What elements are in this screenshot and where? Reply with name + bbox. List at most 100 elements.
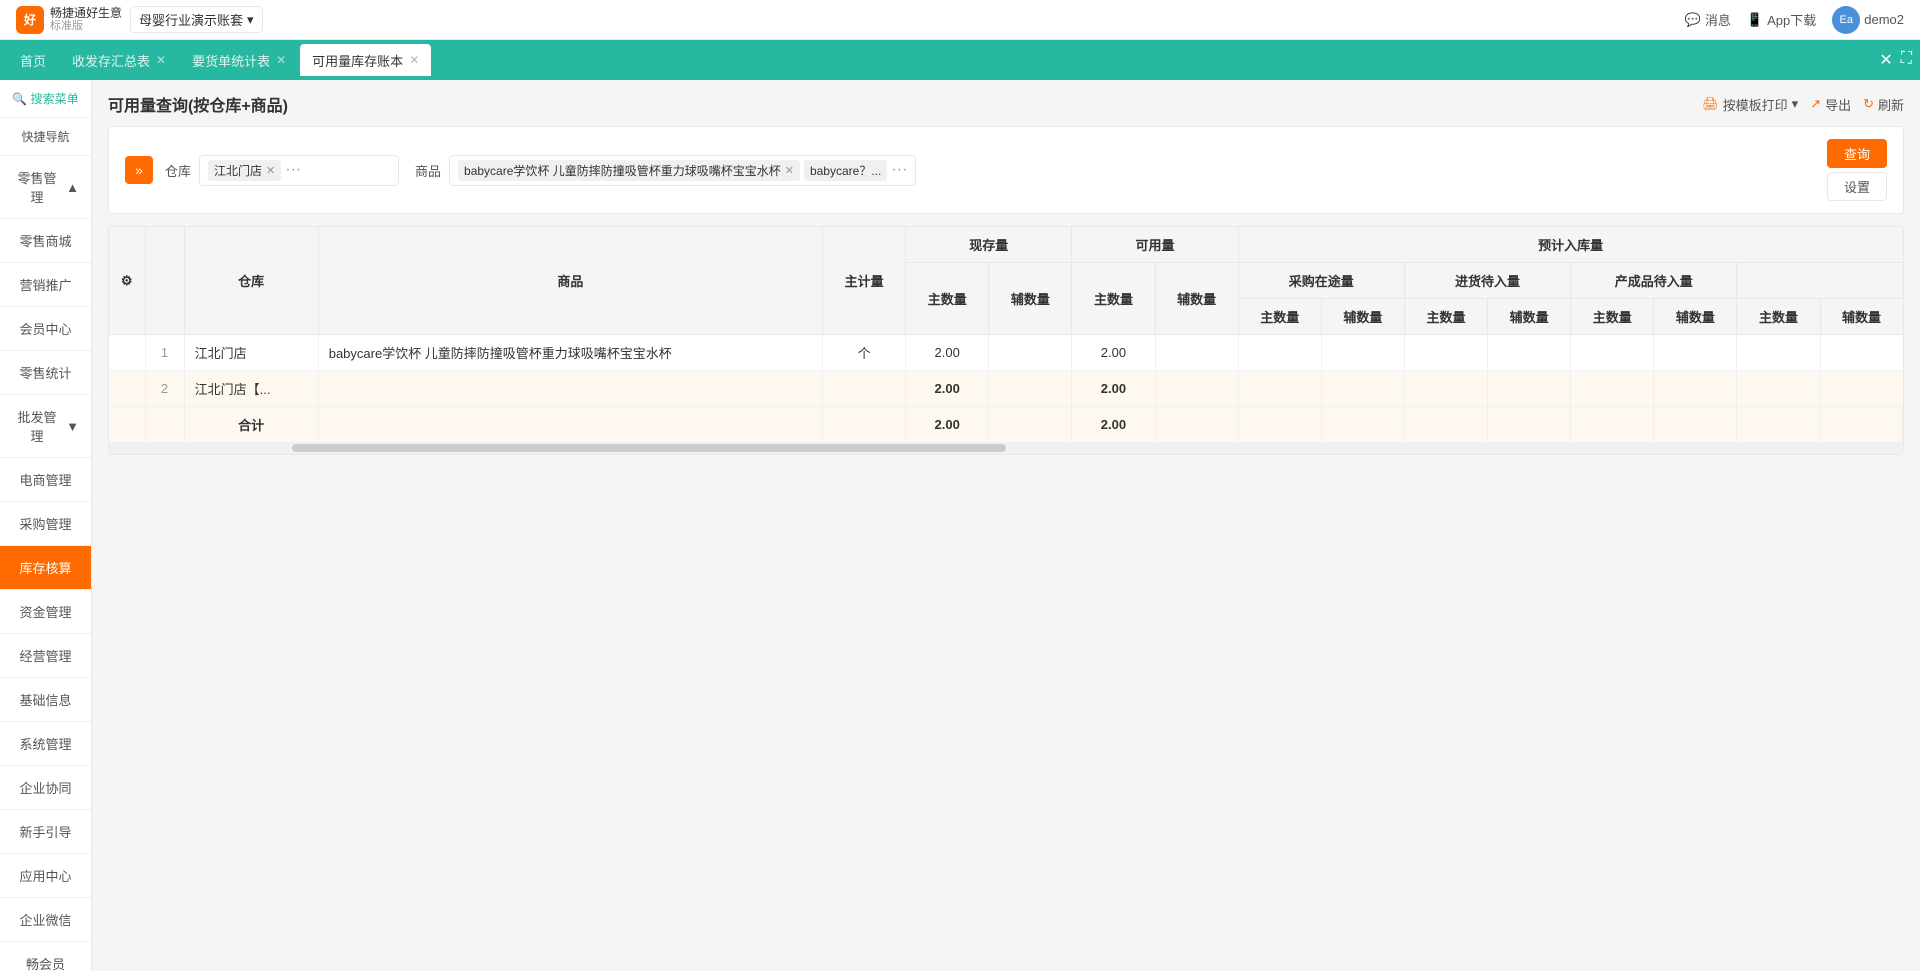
- tab-home[interactable]: 首页: [8, 44, 58, 76]
- sidebar-quick-nav[interactable]: 快捷导航: [0, 118, 91, 156]
- th-extra-group: [1737, 263, 1903, 299]
- scrollbar-thumb[interactable]: [292, 444, 1006, 452]
- cell-stock-main-1: 2.00: [906, 335, 989, 371]
- print-icon: 🖨: [1702, 96, 1719, 112]
- th-purchase-sub: 辅数量: [1321, 299, 1404, 335]
- warehouse-more[interactable]: ···: [285, 161, 301, 179]
- expand-button[interactable]: ⛶: [1901, 50, 1912, 70]
- sidebar-item-retail-stats[interactable]: 零售统计: [0, 351, 91, 395]
- stock-table: ⚙ 仓库 商品 主计量 现存量 可用量 预计入库量: [109, 227, 1903, 442]
- sidebar-item-finance[interactable]: 资金管理: [0, 590, 91, 634]
- remove-warehouse-tag[interactable]: ✕: [266, 164, 275, 177]
- tab-available-stock[interactable]: 可用量库存账本 ✕: [300, 44, 431, 76]
- sidebar-item-app-center[interactable]: 应用中心: [0, 854, 91, 898]
- th-product: 商品: [318, 227, 822, 335]
- settings-button[interactable]: 设置: [1827, 172, 1887, 201]
- cell-production-sub-1: [1654, 335, 1737, 371]
- th-production-sub: 辅数量: [1654, 299, 1737, 335]
- industry-selector[interactable]: 母婴行业演示账套 ▾: [130, 6, 263, 33]
- cell-available-sub-1: [1155, 335, 1238, 371]
- th-settings[interactable]: ⚙: [109, 227, 145, 335]
- sidebar-item-inventory[interactable]: 库存核算: [0, 546, 91, 590]
- th-incoming-main: 主数量: [1404, 299, 1487, 335]
- data-table: ⚙ 仓库 商品 主计量 现存量 可用量 预计入库量: [108, 226, 1904, 455]
- product-tag-2: babycare？...: [804, 160, 887, 181]
- footer-production-main: [1571, 407, 1654, 443]
- filter-toggle-button[interactable]: »: [125, 156, 153, 184]
- cell-incoming-main-2: [1404, 371, 1487, 407]
- product-more[interactable]: ···: [891, 161, 907, 179]
- product-input[interactable]: babycare学饮杯 儿童防摔防撞吸管杯重力球吸嘴杯宝宝水杯 ✕ babyca…: [449, 155, 916, 186]
- table-footer-row: 合计 2.00 2.00: [109, 407, 1903, 443]
- refresh-button[interactable]: ↻ 刷新: [1863, 95, 1904, 114]
- cell-available-main-1: 2.00: [1072, 335, 1155, 371]
- close-tab-income-summary[interactable]: ✕: [156, 53, 166, 67]
- th-production-group: 产成品待入量: [1571, 263, 1737, 299]
- close-tab-order-stats[interactable]: ✕: [276, 53, 286, 67]
- message-button[interactable]: 💬 消息: [1685, 10, 1731, 29]
- filter-row: 仓库 江北门店 ✕ ··· 商品 bab: [165, 155, 1815, 186]
- cell-incoming-sub-2: [1488, 371, 1571, 407]
- sidebar-item-retail-mgmt[interactable]: 零售管理 ▲: [0, 156, 91, 219]
- sidebar: 🔍 搜索菜单 快捷导航 零售管理 ▲ 零售商城 营销推广 会员中心 零售统计 批…: [0, 80, 92, 971]
- filter-actions: 查询 设置: [1827, 139, 1887, 201]
- sidebar-item-business-mgmt[interactable]: 经营管理: [0, 634, 91, 678]
- cell-warehouse-1: 江北门店: [184, 335, 318, 371]
- footer-label: 合计: [184, 407, 318, 443]
- cell-extra-main-2: [1737, 371, 1820, 407]
- query-button[interactable]: 查询: [1827, 139, 1887, 168]
- cell-available-main-2: 2.00: [1072, 371, 1155, 407]
- sidebar-item-system-mgmt[interactable]: 系统管理: [0, 722, 91, 766]
- footer-incoming-sub: [1488, 407, 1571, 443]
- footer-cell-1: [145, 407, 184, 443]
- message-icon: 💬: [1685, 12, 1701, 28]
- sidebar-item-enterprise[interactable]: 企业协同: [0, 766, 91, 810]
- close-all-tabs-button[interactable]: ✕: [1879, 50, 1892, 70]
- sidebar-item-retail-mall[interactable]: 零售商城: [0, 219, 91, 263]
- tab-income-summary[interactable]: 收发存汇总表 ✕: [60, 44, 178, 76]
- cell-index-1: 1: [145, 335, 184, 371]
- tab-order-stats[interactable]: 要货单统计表 ✕: [180, 44, 298, 76]
- sidebar-item-member[interactable]: 畅会员: [0, 942, 91, 971]
- app-download-button[interactable]: 📱 App下载: [1747, 10, 1816, 29]
- footer-incoming-main: [1404, 407, 1487, 443]
- sidebar-item-new-guide[interactable]: 新手引导: [0, 810, 91, 854]
- sidebar-search[interactable]: 🔍 搜索菜单: [0, 80, 91, 118]
- logo-icon: 好: [16, 6, 44, 34]
- sidebar-item-marketing[interactable]: 营销推广: [0, 263, 91, 307]
- th-purchase-group: 采购在途量: [1238, 263, 1404, 299]
- sidebar-item-wholesale-mgmt[interactable]: 批发管理 ▼: [0, 395, 91, 458]
- th-stock-group: 现存量: [906, 227, 1072, 263]
- cell-extra-main-1: [1737, 335, 1820, 371]
- remove-product-tag-1[interactable]: ✕: [785, 164, 794, 177]
- sidebar-item-ecommerce[interactable]: 电商管理: [0, 458, 91, 502]
- cell-available-sub-2: [1155, 371, 1238, 407]
- horizontal-scrollbar[interactable]: [109, 442, 1903, 454]
- print-button[interactable]: 🖨 按模板打印 ▾: [1702, 95, 1798, 114]
- footer-production-sub: [1654, 407, 1737, 443]
- cell-stock-main-2: 2.00: [906, 371, 989, 407]
- sidebar-item-member-center[interactable]: 会员中心: [0, 307, 91, 351]
- th-stock-sub: 辅数量: [989, 263, 1072, 335]
- user-avatar-area[interactable]: Ea demo2: [1832, 6, 1904, 34]
- sidebar-item-wechat[interactable]: 企业微信: [0, 898, 91, 942]
- cell-purchase-sub-1: [1321, 335, 1404, 371]
- close-tab-available-stock[interactable]: ✕: [409, 53, 419, 67]
- th-production-main: 主数量: [1571, 299, 1654, 335]
- footer-purchase-sub: [1321, 407, 1404, 443]
- chevron-down-icon-print: ▾: [1792, 96, 1799, 112]
- warehouse-input[interactable]: 江北门店 ✕ ···: [199, 155, 399, 186]
- refresh-icon: ↻: [1863, 96, 1874, 112]
- table-scroll[interactable]: ⚙ 仓库 商品 主计量 现存量 可用量 预计入库量: [109, 227, 1903, 442]
- content-inner: 可用量查询(按仓库+商品) 🖨 按模板打印 ▾ ↗ 导出 ↻ 刷新: [92, 80, 1920, 971]
- cell-purchase-main-2: [1238, 371, 1321, 407]
- nav-tabs: 首页 收发存汇总表 ✕ 要货单统计表 ✕ 可用量库存账本 ✕ ✕ ⛶: [0, 40, 1920, 80]
- th-index: [145, 227, 184, 335]
- export-button[interactable]: ↗ 导出: [1810, 95, 1851, 114]
- cell-purchase-main-1: [1238, 335, 1321, 371]
- table-row: 1 江北门店 babycare学饮杯 儿童防摔防撞吸管杯重力球吸嘴杯宝宝水杯 个…: [109, 335, 1903, 371]
- cell-extra-sub-2: [1820, 371, 1902, 407]
- sidebar-item-purchase-mgmt[interactable]: 采购管理: [0, 502, 91, 546]
- th-stock-main: 主数量: [906, 263, 989, 335]
- sidebar-item-basic-info[interactable]: 基础信息: [0, 678, 91, 722]
